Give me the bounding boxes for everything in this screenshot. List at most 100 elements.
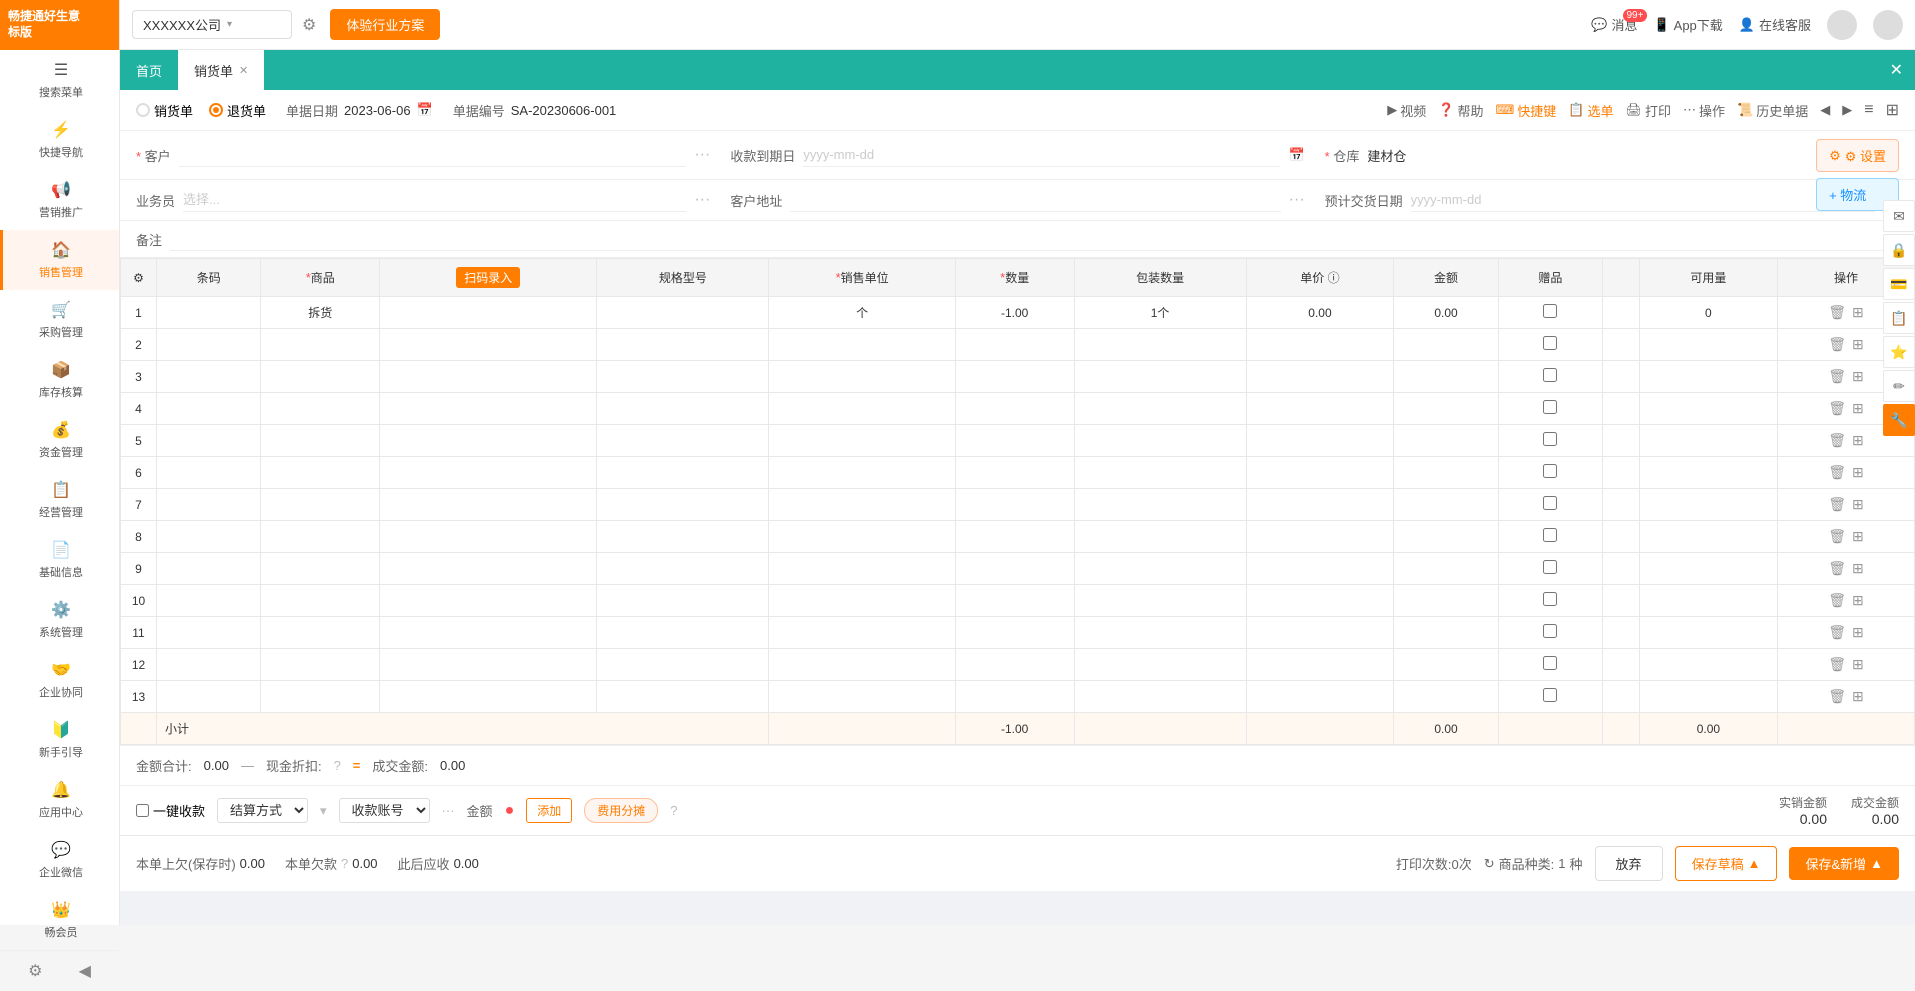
sidebar-item-basic-info[interactable]: 📄 基础信息 [0, 530, 119, 590]
float-btn-7[interactable]: 🔧 [1883, 404, 1915, 436]
radio-sales-order[interactable]: 销货单 [136, 101, 193, 120]
sidebar-item-operations[interactable]: 📋 经营管理 [0, 470, 119, 530]
delete-icon-9[interactable]: 🗑 [1828, 560, 1846, 577]
row-unit-1[interactable]: 个 [769, 297, 955, 329]
tool-select[interactable]: 📋 选单 [1568, 101, 1613, 120]
save-new-button[interactable]: 保存&新增 ▲ [1789, 847, 1899, 880]
float-btn-3[interactable]: 💳 [1883, 268, 1915, 300]
address-dots-icon[interactable]: ··· [1289, 191, 1305, 209]
row-qty-1[interactable]: -1.00 [955, 297, 1074, 329]
tab-close-icon[interactable]: ✕ [239, 64, 248, 77]
copy-icon-7[interactable]: ⊞ [1852, 496, 1864, 513]
view-list-icon[interactable]: ≡ [1864, 101, 1873, 119]
row-price-1[interactable]: 0.00 [1246, 297, 1394, 329]
row-gift-1[interactable] [1498, 297, 1602, 329]
row-amount-2[interactable] [1394, 329, 1498, 361]
tool-operations[interactable]: ⋯ 操作 [1683, 101, 1725, 120]
customer-input[interactable] [179, 143, 687, 167]
copy-icon-9[interactable]: ⊞ [1852, 560, 1864, 577]
total-owe-help-icon[interactable]: ? [341, 856, 348, 871]
online-service-button[interactable]: 👤 在线客服 [1739, 15, 1811, 34]
expected-delivery-input[interactable] [1411, 188, 1875, 212]
settings-icon[interactable]: ⚙ [302, 15, 316, 35]
gift-checkbox-13[interactable] [1543, 688, 1557, 702]
gift-checkbox-4[interactable] [1543, 400, 1557, 414]
row-barcode-1[interactable] [157, 297, 261, 329]
row-product-2[interactable] [261, 329, 380, 361]
row-gift-2[interactable] [1498, 329, 1602, 361]
collapse-icon[interactable]: ◀ [79, 961, 91, 981]
row-product-1[interactable]: 拆货 [261, 297, 380, 329]
copy-icon-10[interactable]: ⊞ [1852, 592, 1864, 609]
abandon-button[interactable]: 放弃 [1595, 846, 1663, 881]
gift-checkbox-8[interactable] [1543, 528, 1557, 542]
tool-help[interactable]: ❓ 帮助 [1438, 101, 1483, 120]
sidebar-item-marketing[interactable]: 📢 营销推广 [0, 170, 119, 230]
product-type[interactable]: ↻ 商品种类: 1 种 [1484, 854, 1583, 873]
delete-icon-3[interactable]: 🗑 [1828, 368, 1846, 385]
row-pkg-qty-1[interactable]: 1个 [1074, 297, 1246, 329]
float-btn-1[interactable]: ✉ [1883, 200, 1915, 232]
delete-icon-1[interactable]: 🗑 [1828, 304, 1846, 321]
gift-checkbox-7[interactable] [1543, 496, 1557, 510]
row-unit-2[interactable] [769, 329, 955, 361]
copy-icon-2[interactable]: ⊞ [1852, 336, 1864, 353]
delete-icon-8[interactable]: 🗑 [1828, 528, 1846, 545]
payment-date-cal-icon[interactable]: 📅 [1288, 147, 1304, 163]
trial-button[interactable]: 体验行业方案 [330, 9, 440, 40]
calendar-icon[interactable]: 📅 [417, 102, 433, 118]
copy-icon-5[interactable]: ⊞ [1852, 432, 1864, 449]
copy-icon-8[interactable]: ⊞ [1852, 528, 1864, 545]
sidebar-item-enterprise[interactable]: 🤝 企业协同 [0, 650, 119, 710]
row-barcode-2[interactable] [157, 329, 261, 361]
fee-help-icon[interactable]: ? [670, 803, 677, 818]
copy-icon-12[interactable]: ⊞ [1852, 656, 1864, 673]
delete-icon-12[interactable]: 🗑 [1828, 656, 1846, 673]
sidebar-item-wecom[interactable]: 💬 企业微信 [0, 830, 119, 890]
delete-icon-6[interactable]: 🗑 [1828, 464, 1846, 481]
row-qty-2[interactable] [955, 329, 1074, 361]
float-btn-2[interactable]: 🔒 [1883, 234, 1915, 266]
account-dots-icon[interactable]: ··· [442, 803, 455, 818]
gift-checkbox-5[interactable] [1543, 432, 1557, 446]
gift-checkbox-12[interactable] [1543, 656, 1557, 670]
th-settings[interactable]: ⚙ [121, 259, 157, 297]
message-button[interactable]: 💬 消息 99+ [1591, 15, 1637, 34]
add-button[interactable]: 添加 [526, 798, 572, 823]
copy-icon-1[interactable]: ⊞ [1852, 304, 1864, 321]
radio-return-order[interactable]: 退货单 [209, 101, 266, 120]
sidebar-item-member[interactable]: 👑 畅会员 [0, 890, 119, 950]
customer-address-input[interactable] [790, 188, 1280, 212]
delete-icon-2[interactable]: 🗑 [1828, 336, 1846, 353]
tool-shortcut[interactable]: ⌨ 快捷键 [1496, 101, 1557, 120]
th-scan[interactable]: 扫码录入 [380, 259, 597, 297]
tab-sales-order[interactable]: 销货单 ✕ [178, 50, 264, 90]
discount-help-icon[interactable]: ? [334, 758, 341, 773]
float-btn-6[interactable]: ✏ [1883, 370, 1915, 402]
tool-print[interactable]: 🖨 打印 [1626, 101, 1672, 120]
sidebar-item-quick-nav[interactable]: ⚡ 快捷导航 [0, 110, 119, 170]
copy-icon-11[interactable]: ⊞ [1852, 624, 1864, 641]
copy-icon-4[interactable]: ⊞ [1852, 400, 1864, 417]
gift-checkbox-2[interactable] [1543, 336, 1557, 350]
calc-method-select[interactable]: 结算方式 [217, 798, 308, 823]
avatar[interactable] [1827, 10, 1857, 40]
sidebar-item-search[interactable]: ☰ 搜索菜单 [0, 50, 119, 110]
nav-next-icon[interactable]: ▶ [1842, 102, 1852, 118]
gift-checkbox-11[interactable] [1543, 624, 1557, 638]
settings-bottom-icon[interactable]: ⚙ [28, 961, 42, 981]
tool-video[interactable]: ▶ 视频 [1387, 101, 1426, 120]
sidebar-item-app-center[interactable]: 🔔 应用中心 [0, 770, 119, 830]
sidebar-item-purchase[interactable]: 🛒 采购管理 [0, 290, 119, 350]
gift-checkbox-3[interactable] [1543, 368, 1557, 382]
account-select[interactable]: 收款账号 [339, 798, 430, 823]
copy-icon-3[interactable]: ⊞ [1852, 368, 1864, 385]
one-click-payment-label[interactable]: 一键收款 [136, 801, 205, 820]
scan-button[interactable]: 扫码录入 [456, 267, 520, 288]
sidebar-item-inventory[interactable]: 📦 库存核算 [0, 350, 119, 410]
settings-button[interactable]: ⚙ ⚙ 设置 [1816, 139, 1899, 172]
gift-checkbox-10[interactable] [1543, 592, 1557, 606]
customer-dots-icon[interactable]: ··· [694, 146, 710, 164]
sidebar-item-guide[interactable]: 🔰 新手引导 [0, 710, 119, 770]
nav-prev-icon[interactable]: ◀ [1820, 102, 1830, 118]
